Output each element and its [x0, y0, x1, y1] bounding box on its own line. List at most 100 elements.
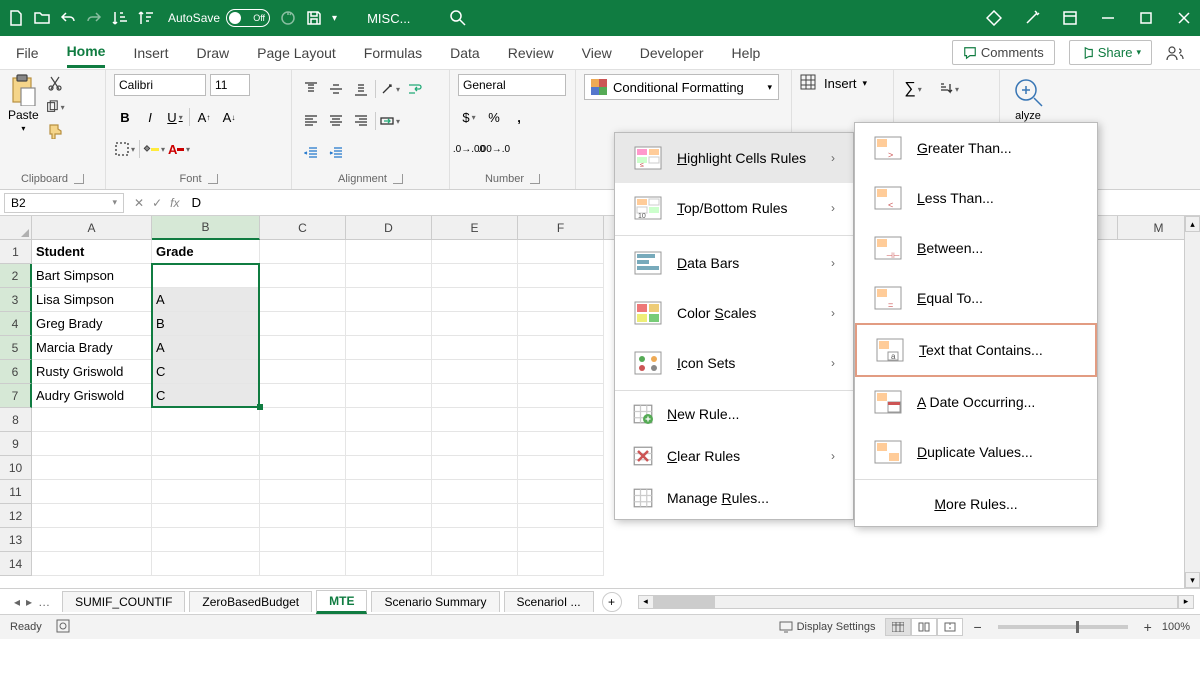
insert-cells-button[interactable]: Insert ▾: [800, 74, 867, 92]
menu-between[interactable]: ⊣⊢ Between...: [855, 223, 1097, 273]
cell-C7[interactable]: [260, 384, 346, 408]
cell-E10[interactable]: [432, 456, 518, 480]
cell-E5[interactable]: [432, 336, 518, 360]
row-header-6[interactable]: 6: [0, 360, 32, 384]
menu-data-bars[interactable]: Data Bars ›: [615, 238, 853, 288]
tab-formulas[interactable]: Formulas: [364, 39, 422, 67]
row-header-11[interactable]: 11: [0, 480, 32, 504]
row-header-2[interactable]: 2: [0, 264, 32, 288]
column-header-D[interactable]: D: [346, 216, 432, 240]
cell-B6[interactable]: C: [152, 360, 260, 384]
wand-icon[interactable]: [1024, 10, 1040, 26]
sort-filter-button[interactable]: [938, 78, 960, 100]
scroll-down-button[interactable]: ▾: [1185, 572, 1200, 588]
fill-color-button[interactable]: [143, 138, 165, 160]
sheet-tab-zero[interactable]: ZeroBasedBudget: [189, 591, 312, 612]
undo-icon[interactable]: [60, 10, 76, 26]
increase-decimal-button[interactable]: .0→.00: [458, 138, 480, 160]
merge-button[interactable]: [379, 110, 401, 132]
row-header-8[interactable]: 8: [0, 408, 32, 432]
cell-B3[interactable]: A: [152, 288, 260, 312]
cell-A1[interactable]: Student: [32, 240, 152, 264]
sheet-nav-next[interactable]: ▸: [24, 595, 34, 609]
cell-F7[interactable]: [518, 384, 604, 408]
format-painter-button[interactable]: [45, 122, 65, 140]
cell-C8[interactable]: [260, 408, 346, 432]
cell-B8[interactable]: [152, 408, 260, 432]
cell-A4[interactable]: Greg Brady: [32, 312, 152, 336]
sheet-nav-more[interactable]: …: [36, 595, 52, 609]
cell-D2[interactable]: [346, 264, 432, 288]
cell-D12[interactable]: [346, 504, 432, 528]
comments-button[interactable]: Comments: [952, 40, 1055, 65]
sheet-tab-scenario2[interactable]: ScenarioI ...: [504, 591, 594, 612]
display-settings-button[interactable]: Display Settings: [779, 621, 876, 633]
open-icon[interactable]: [34, 10, 50, 26]
cell-B4[interactable]: B: [152, 312, 260, 336]
copy-button[interactable]: [45, 98, 65, 116]
cell-A7[interactable]: Audry Griswold: [32, 384, 152, 408]
row-header-5[interactable]: 5: [0, 336, 32, 360]
menu-duplicate-values[interactable]: Duplicate Values...: [855, 427, 1097, 477]
zoom-level[interactable]: 100%: [1162, 621, 1190, 633]
vertical-scrollbar[interactable]: ▴ ▾: [1184, 216, 1200, 588]
qat-more-icon[interactable]: ▾: [332, 13, 337, 24]
column-header-E[interactable]: E: [432, 216, 518, 240]
select-all-corner[interactable]: [0, 216, 32, 240]
tab-page-layout[interactable]: Page Layout: [257, 39, 336, 67]
align-top-button[interactable]: [300, 78, 322, 100]
tab-data[interactable]: Data: [450, 39, 480, 67]
cell-C10[interactable]: [260, 456, 346, 480]
cell-D11[interactable]: [346, 480, 432, 504]
clipboard-launcher[interactable]: [74, 174, 84, 184]
cell-A12[interactable]: [32, 504, 152, 528]
column-header-B[interactable]: B: [152, 216, 260, 240]
conditional-formatting-button[interactable]: Conditional Formatting ▾: [584, 74, 779, 100]
autosave-toggle[interactable]: AutoSave Off: [168, 9, 270, 27]
cell-A2[interactable]: Bart Simpson: [32, 264, 152, 288]
ribbon-mode-icon[interactable]: [1062, 10, 1078, 26]
share-button[interactable]: Share ▾: [1069, 40, 1152, 65]
paste-button[interactable]: Paste ▾: [8, 74, 39, 133]
save-icon[interactable]: [306, 10, 322, 26]
cell-C2[interactable]: [260, 264, 346, 288]
increase-indent-button[interactable]: [325, 142, 347, 164]
macro-record-icon[interactable]: [56, 619, 70, 636]
row-header-3[interactable]: 3: [0, 288, 32, 312]
cell-C11[interactable]: [260, 480, 346, 504]
cell-F8[interactable]: [518, 408, 604, 432]
cell-A13[interactable]: [32, 528, 152, 552]
cell-A14[interactable]: [32, 552, 152, 576]
cell-D13[interactable]: [346, 528, 432, 552]
alignment-launcher[interactable]: [393, 174, 403, 184]
cell-F5[interactable]: [518, 336, 604, 360]
minimize-icon[interactable]: [1100, 10, 1116, 26]
align-middle-button[interactable]: [325, 78, 347, 100]
align-right-button[interactable]: [350, 110, 372, 132]
autosum-button[interactable]: ∑: [902, 78, 924, 100]
cut-button[interactable]: [45, 74, 65, 92]
refresh-icon[interactable]: [280, 10, 296, 26]
row-header-7[interactable]: 7: [0, 384, 32, 408]
row-header-1[interactable]: 1: [0, 240, 32, 264]
menu-more-rules[interactable]: More Rules...: [855, 482, 1097, 526]
sheet-nav-prev[interactable]: ◂: [12, 595, 22, 609]
tab-home[interactable]: Home: [67, 37, 106, 68]
cell-A10[interactable]: [32, 456, 152, 480]
cell-F13[interactable]: [518, 528, 604, 552]
cell-D10[interactable]: [346, 456, 432, 480]
border-button[interactable]: [114, 138, 136, 160]
cell-A6[interactable]: Rusty Griswold: [32, 360, 152, 384]
cell-A3[interactable]: Lisa Simpson: [32, 288, 152, 312]
row-header-14[interactable]: 14: [0, 552, 32, 576]
cell-C13[interactable]: [260, 528, 346, 552]
tab-developer[interactable]: Developer: [640, 39, 704, 67]
menu-date-occurring[interactable]: A Date Occurring...: [855, 377, 1097, 427]
percent-button[interactable]: %: [483, 106, 505, 128]
cell-B1[interactable]: Grade: [152, 240, 260, 264]
decrease-indent-button[interactable]: [300, 142, 322, 164]
scroll-up-button[interactable]: ▴: [1185, 216, 1200, 232]
cell-C9[interactable]: [260, 432, 346, 456]
cell-D9[interactable]: [346, 432, 432, 456]
cell-E3[interactable]: [432, 288, 518, 312]
